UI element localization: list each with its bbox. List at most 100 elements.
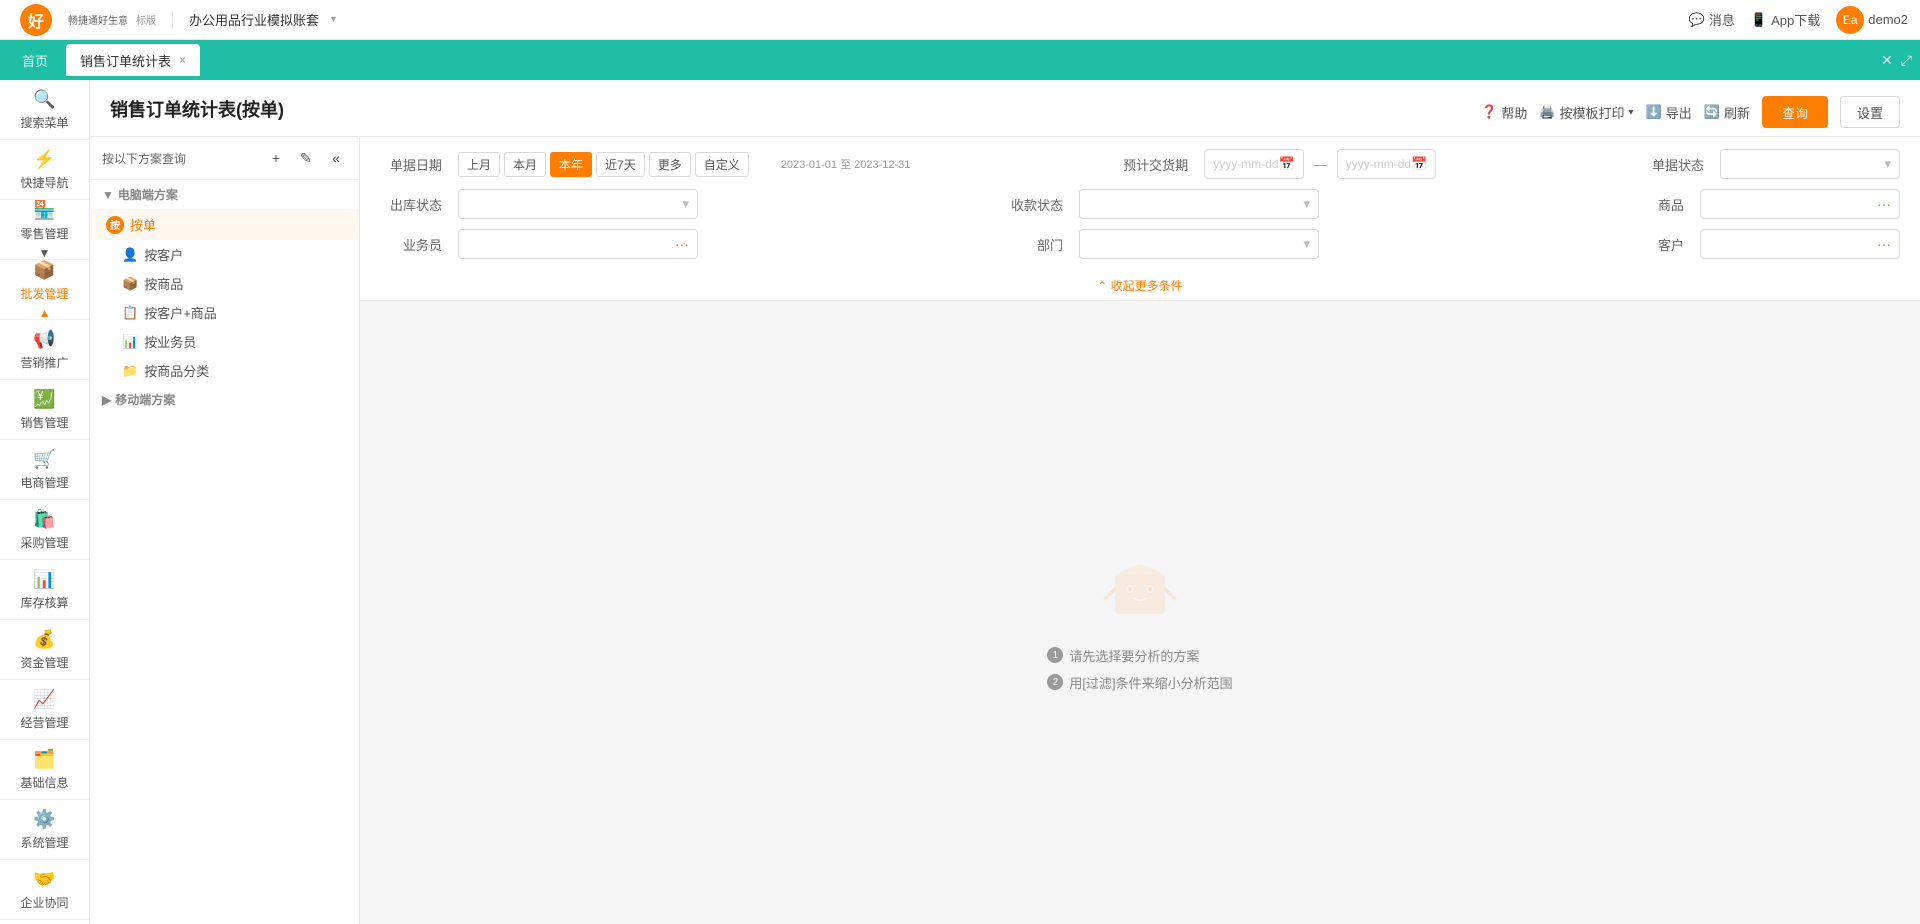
sidebar-item-newbie[interactable]: 🎯 新手引导 [0,920,89,924]
purchase-icon: 🛍️ [33,509,55,530]
divider [172,12,173,28]
export-label: 导出 [1666,103,1692,122]
by-order-label: 按单 [130,215,156,234]
sidebar-item-marketing[interactable]: 📢 营销推广 [0,320,89,380]
edit-scheme-button[interactable]: ✎ [295,147,317,169]
sidebar-label-finance: 资金管理 [20,654,68,671]
app-download-button[interactable]: 📱 App下载 [1751,10,1820,29]
last-month-btn[interactable]: 上月 [458,152,500,177]
more-date-btn[interactable]: 更多 [649,152,691,177]
payment-status-arrow: ▾ [1303,196,1310,212]
sidebar-item-purchase[interactable]: 🛍️ 采购管理 [0,500,89,560]
page-title: 销售订单统计表(按单) [110,96,284,136]
sidebar-item-sales[interactable]: 💹 销售管理 [0,380,89,440]
wholesale-arrow: ▲ [39,306,51,320]
sidebar-label-quick: 快捷导航 [20,174,68,191]
customer-input[interactable]: ··· [1700,229,1900,259]
basic-icon: 🗂️ [33,749,55,770]
print-label: 按模板打印 [1560,103,1625,122]
inventory-icon: 📊 [33,569,55,590]
export-icon: ⬇️ [1646,104,1662,120]
custom-date-btn[interactable]: 自定义 [695,152,749,177]
sidebar-label-coop: 企业协同 [20,894,68,911]
username: demo2 [1868,12,1908,27]
sidebar-item-inventory[interactable]: 📊 库存核算 [0,560,89,620]
sidebar-item-system[interactable]: ⚙️ 系统管理 [0,800,89,860]
salesman-input[interactable]: ··· [458,229,698,259]
goods-input[interactable]: ··· [1700,189,1900,219]
collapse-panel-button[interactable]: « [325,147,347,169]
sidebar-item-quick-nav[interactable]: ⚡ 快捷导航 [0,140,89,200]
add-scheme-button[interactable]: + [265,147,287,169]
expected-date-start[interactable]: yyyy-mm-dd 📅 [1204,149,1304,179]
calendar-icon-1: 📅 [1279,156,1295,172]
sidebar-item-finance[interactable]: 💰 资金管理 [0,620,89,680]
mobile-arrow: ▶ [102,393,111,407]
scheme-item-by-cust-goods[interactable]: 📋 按客户+商品 [114,298,359,327]
mobile-category[interactable]: ▶ 移动端方案 [90,385,359,414]
user-menu[interactable]: Ea demo2 [1836,6,1908,34]
tab-close-icon[interactable]: × [179,53,186,67]
date-label: 单据日期 [380,155,450,174]
tab-home[interactable]: 首页 [8,44,62,76]
logo-text: 畅捷通好生意 [68,12,128,27]
message-label: 消息 [1709,10,1735,29]
expected-date-end[interactable]: yyyy-mm-dd 📅 [1337,149,1437,179]
tab-sales-stats-label: 销售订单统计表 [80,51,171,70]
sidebar-item-operation[interactable]: 📈 经营管理 [0,680,89,740]
top-bar-left: 好 畅捷通好生意 标版 办公用品行业模拟账套 ▾ [12,4,336,36]
window-expand-icon[interactable]: ⤢ [1901,52,1912,69]
tab-sales-stats[interactable]: 销售订单统计表 × [66,44,200,76]
top-bar: 好 畅捷通好生意 标版 办公用品行业模拟账套 ▾ 💬 消息 📱 App下载 Ea… [0,0,1920,40]
export-button[interactable]: ⬇️ 导出 [1646,103,1692,122]
sidebar-item-search-menu[interactable]: 🔍 搜索菜单 [0,80,89,140]
refresh-icon: 🔄 [1704,104,1720,120]
help-button[interactable]: ❓ 帮助 [1481,103,1527,122]
salesman-label: 业务员 [380,235,450,254]
out-status-select[interactable]: ▾ [458,189,698,219]
download-icon: 📱 [1751,12,1767,28]
payment-status-select[interactable]: ▾ [1079,189,1319,219]
refresh-button[interactable]: 🔄 刷新 [1704,103,1750,122]
settings-button[interactable]: 设置 [1840,96,1900,128]
action-bar: ❓ 帮助 🖨️ 按模板打印 ▾ ⬇️ 导出 🔄 刷新 [1481,96,1900,134]
quick-nav-icon: ⚡ [33,149,55,170]
add-icon: + [272,150,280,166]
by-category-icon: 📁 [122,363,138,379]
scheme-item-by-category[interactable]: 📁 按商品分类 [114,356,359,385]
filters-section: 单据日期 上月 本月 本年 近7天 更多 自定义 2023-01-01 至 20… [360,137,1920,271]
sidebar-item-coop[interactable]: 🤝 企业协同 [0,860,89,920]
goods-ellipsis[interactable]: ··· [1877,196,1891,212]
status-arrow: ▾ [1884,156,1891,172]
sidebar-label-inventory: 库存核算 [20,594,68,611]
scheme-item-by-salesman[interactable]: 📊 按业务员 [114,327,359,356]
sidebar-label-marketing: 营销推广 [20,354,68,371]
app-title-arrow[interactable]: ▾ [331,14,336,25]
date-separator: — [1308,157,1333,172]
window-close-icon[interactable]: ✕ [1881,52,1893,69]
message-button[interactable]: 💬 消息 [1689,10,1735,29]
sidebar-item-wholesale[interactable]: 📦 批发管理 ▲ [0,260,89,320]
collapse-bar[interactable]: ⌃ 收起更多条件 [360,271,1920,301]
scheme-item-by-customer[interactable]: 👤 按客户 [114,240,359,269]
scheme-item-by-order[interactable]: 按 按单 [90,209,359,240]
status-select[interactable]: ▾ [1720,149,1900,179]
this-month-btn[interactable]: 本月 [504,152,546,177]
scheme-item-by-goods[interactable]: 📦 按商品 [114,269,359,298]
dept-select[interactable]: ▾ [1079,229,1319,259]
query-button[interactable]: 查询 [1762,96,1828,128]
pc-category[interactable]: ▼ 电脑端方案 [90,180,359,209]
sidebar-item-retail[interactable]: 🏪 零售管理 ▼ [0,200,89,260]
this-year-btn[interactable]: 本年 [550,152,592,177]
customer-ellipsis[interactable]: ··· [1877,236,1891,252]
status-label: 单据状态 [1642,155,1712,174]
sidebar-item-ecommerce[interactable]: 🛒 电商管理 [0,440,89,500]
coop-icon: 🤝 [33,869,55,890]
customer-label: 客户 [1622,235,1692,254]
print-button[interactable]: 🖨️ 按模板打印 ▾ [1539,103,1633,122]
last7-btn[interactable]: 近7天 [596,152,645,177]
app-title[interactable]: 办公用品行业模拟账套 [189,10,319,29]
sidebar-item-basic[interactable]: 🗂️ 基础信息 [0,740,89,800]
salesman-ellipsis[interactable]: ··· [675,236,689,252]
mobile-category-label: 移动端方案 [115,391,175,408]
